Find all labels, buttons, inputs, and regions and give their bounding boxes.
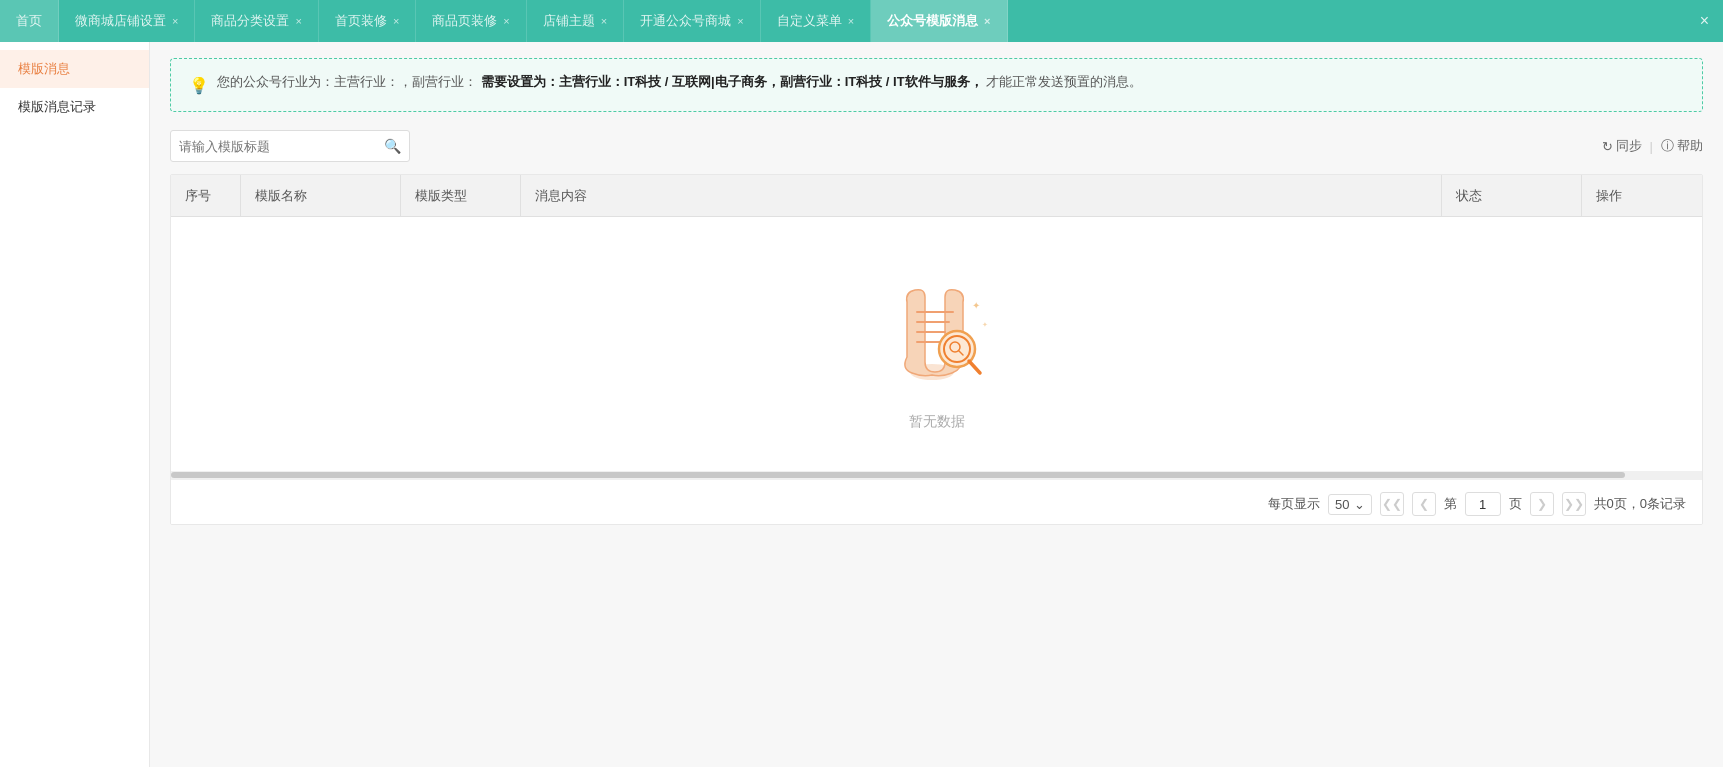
sidebar: 模版消息 模版消息记录: [0, 42, 150, 767]
tab-wechat-shop-close[interactable]: ×: [172, 16, 178, 27]
page-size-label: 每页显示: [1268, 495, 1320, 513]
toolbar-right: ↻ 同步 | ⓘ 帮助: [1602, 137, 1703, 155]
notice-icon: 💡: [189, 72, 209, 99]
content-area: 💡 您的公众号行业为：主营行业：，副营行业： 需要设置为：主营行业：IT科技 /…: [150, 42, 1723, 767]
tab-shop-theme[interactable]: 店铺主题 ×: [527, 0, 624, 42]
tab-bar: 首页 微商城店铺设置 × 商品分类设置 × 首页装修 × 商品页装修 × 店铺主…: [0, 0, 1723, 42]
search-box: 🔍: [170, 130, 410, 162]
page-size-select[interactable]: 50 ⌄: [1328, 494, 1371, 515]
tab-wechat-shop[interactable]: 微商城店铺设置 ×: [59, 0, 195, 42]
col-action: 操作: [1582, 175, 1702, 216]
tab-home-decor-close[interactable]: ×: [393, 16, 399, 27]
tab-bar-close-all[interactable]: ×: [1686, 12, 1723, 30]
scrollbar-thumb[interactable]: [171, 472, 1625, 478]
tab-home[interactable]: 首页: [0, 0, 59, 42]
pagination-next[interactable]: ❯: [1530, 492, 1554, 516]
tab-open-wechat-mall-close[interactable]: ×: [737, 16, 743, 27]
tab-open-wechat-mall-label: 开通公众号商城: [640, 12, 731, 30]
page-label: 第: [1444, 495, 1457, 513]
help-button[interactable]: ⓘ 帮助: [1661, 137, 1703, 155]
pagination-last[interactable]: ❯❯: [1562, 492, 1586, 516]
table-wrapper: 序号 模版名称 模版类型 消息内容 状态 操作: [170, 174, 1703, 525]
sidebar-item-template-msg[interactable]: 模版消息: [0, 50, 149, 88]
help-icon: ⓘ: [1661, 137, 1674, 155]
svg-text:✦: ✦: [972, 300, 980, 311]
tab-product-category-label: 商品分类设置: [211, 12, 289, 30]
sync-label: 同步: [1616, 137, 1642, 155]
tab-shop-theme-label: 店铺主题: [543, 12, 595, 30]
notice-box: 💡 您的公众号行业为：主营行业：，副营行业： 需要设置为：主营行业：IT科技 /…: [170, 58, 1703, 112]
notice-suffix: 才能正常发送预置的消息。: [986, 74, 1142, 89]
scrollbar-area[interactable]: [171, 471, 1702, 479]
page-size-value: 50: [1335, 497, 1349, 512]
sync-button[interactable]: ↻ 同步: [1602, 137, 1642, 155]
col-content: 消息内容: [521, 175, 1442, 216]
empty-text: 暂无数据: [909, 413, 965, 431]
tab-home-decor[interactable]: 首页装修 ×: [319, 0, 416, 42]
empty-state: ✦ ✦ 暂无数据: [171, 217, 1702, 471]
sidebar-item-template-msg-log-label: 模版消息记录: [18, 99, 96, 114]
tab-wechat-shop-label: 微商城店铺设置: [75, 12, 166, 30]
tab-custom-menu-close[interactable]: ×: [848, 16, 854, 27]
col-status: 状态: [1442, 175, 1582, 216]
search-icon[interactable]: 🔍: [384, 138, 401, 154]
toolbar-divider: |: [1650, 139, 1653, 154]
pagination-first[interactable]: ❮❮: [1380, 492, 1404, 516]
main-layout: 模版消息 模版消息记录 💡 您的公众号行业为：主营行业：，副营行业： 需要设置为…: [0, 42, 1723, 767]
page-number-input[interactable]: [1465, 492, 1501, 516]
notice-prefix: 您的公众号行业为：主营行业：，副营行业：: [217, 74, 477, 89]
tab-product-decor[interactable]: 商品页装修 ×: [416, 0, 526, 42]
sidebar-item-template-msg-log[interactable]: 模版消息记录: [0, 88, 149, 126]
tab-product-decor-label: 商品页装修: [432, 12, 497, 30]
tab-open-wechat-mall[interactable]: 开通公众号商城 ×: [624, 0, 760, 42]
svg-text:✦: ✦: [982, 321, 988, 328]
sidebar-item-template-msg-label: 模版消息: [18, 61, 70, 76]
sync-icon: ↻: [1602, 139, 1613, 154]
toolbar-row: 🔍 ↻ 同步 | ⓘ 帮助: [170, 130, 1703, 162]
table-header: 序号 模版名称 模版类型 消息内容 状态 操作: [171, 175, 1702, 217]
search-input[interactable]: [179, 139, 384, 154]
tab-custom-menu[interactable]: 自定义菜单 ×: [761, 0, 871, 42]
col-name: 模版名称: [241, 175, 401, 216]
page-size-chevron: ⌄: [1354, 497, 1365, 512]
tab-home-decor-label: 首页装修: [335, 12, 387, 30]
pagination-prev[interactable]: ❮: [1412, 492, 1436, 516]
notice-text: 您的公众号行业为：主营行业：，副营行业： 需要设置为：主营行业：IT科技 / 互…: [217, 71, 1142, 93]
tab-shop-theme-close[interactable]: ×: [601, 16, 607, 27]
tab-home-label: 首页: [16, 12, 42, 30]
tab-custom-menu-label: 自定义菜单: [777, 12, 842, 30]
pagination-row: 每页显示 50 ⌄ ❮❮ ❮ 第 页 ❯ ❯❯ 共0页，0条记录: [171, 479, 1702, 524]
help-label: 帮助: [1677, 137, 1703, 155]
empty-illustration: ✦ ✦: [877, 277, 997, 397]
col-index: 序号: [171, 175, 241, 216]
tab-template-msg-label: 公众号模版消息: [887, 12, 978, 30]
tab-product-decor-close[interactable]: ×: [503, 16, 509, 27]
page-unit: 页: [1509, 495, 1522, 513]
tab-product-category[interactable]: 商品分类设置 ×: [195, 0, 318, 42]
tab-template-msg-close[interactable]: ×: [984, 16, 990, 27]
notice-highlight: 需要设置为：主营行业：IT科技 / 互联网|电子商务，副营行业：IT科技 / I…: [481, 74, 983, 89]
svg-line-7: [969, 361, 980, 373]
total-label: 共0页，0条记录: [1594, 495, 1686, 513]
tab-product-category-close[interactable]: ×: [295, 16, 301, 27]
tab-template-msg[interactable]: 公众号模版消息 ×: [871, 0, 1007, 42]
col-type: 模版类型: [401, 175, 521, 216]
